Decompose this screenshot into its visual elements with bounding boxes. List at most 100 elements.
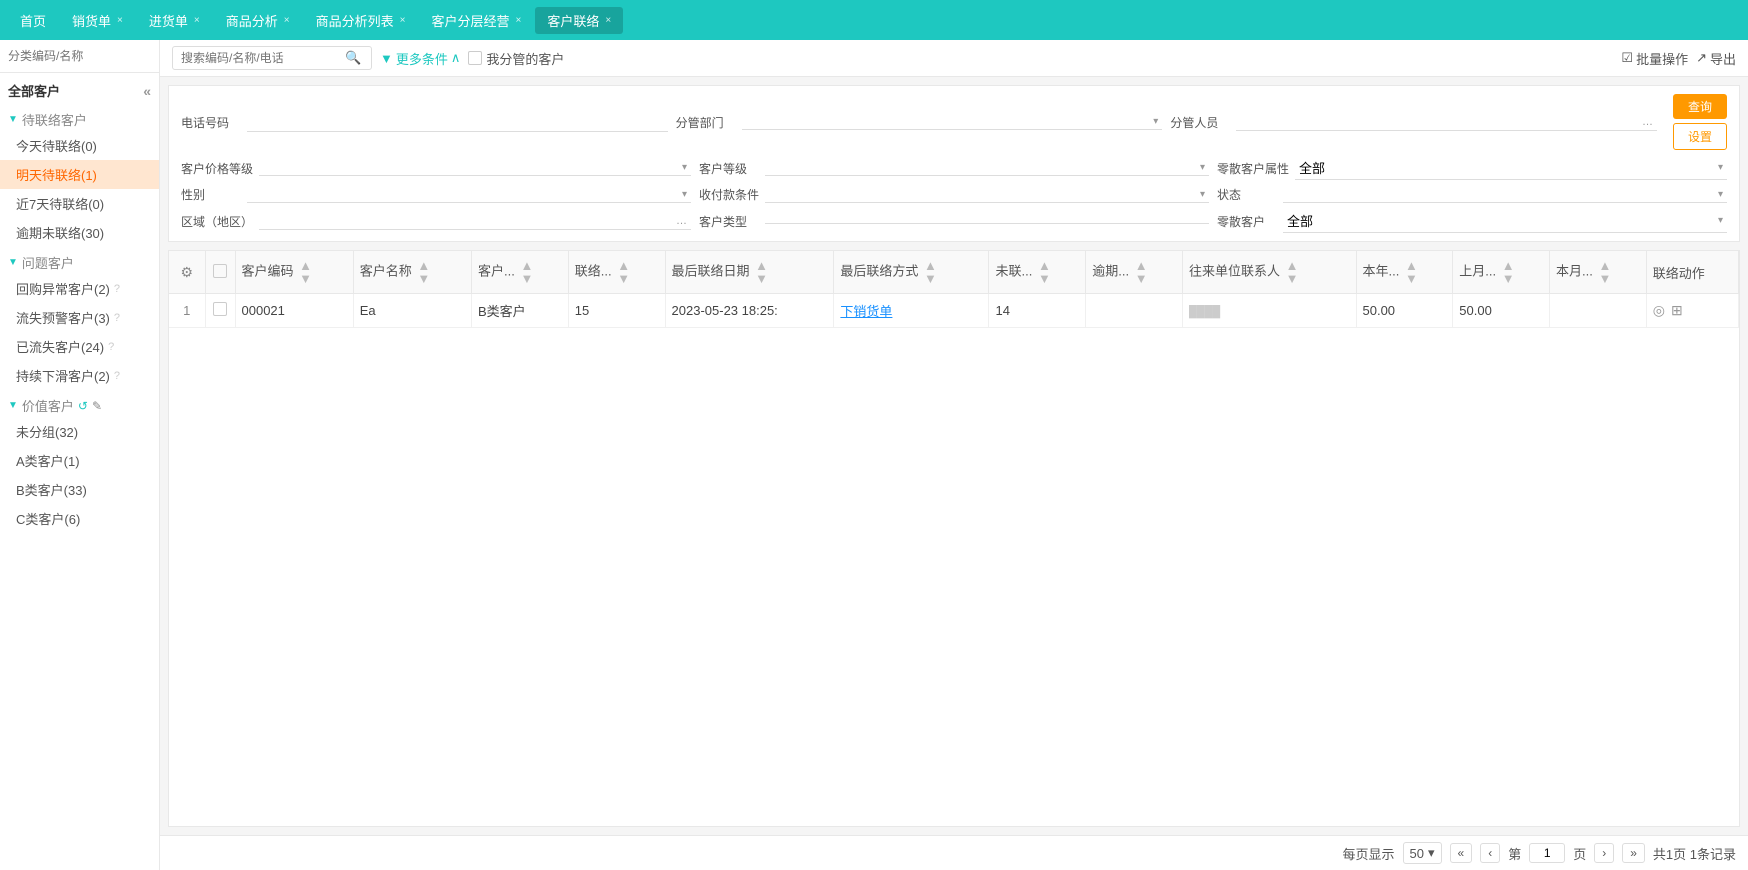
col-uncontacted[interactable]: 未联... ▲▼ bbox=[989, 251, 1086, 294]
sort-icon[interactable]: ▲▼ bbox=[1502, 259, 1515, 285]
close-icon[interactable]: × bbox=[400, 15, 406, 26]
retail-customer-select[interactable]: 全部 ▾ bbox=[1283, 209, 1727, 233]
row-unit-contact: ████ bbox=[1183, 294, 1356, 328]
dept-select[interactable]: ▾ bbox=[742, 114, 1163, 130]
col-contact-count[interactable]: 联络... ▲▼ bbox=[568, 251, 665, 294]
sort-icon[interactable]: ▲▼ bbox=[417, 259, 430, 285]
sidebar-item-overdue[interactable]: 逾期未联络(30) bbox=[0, 218, 159, 247]
page-input[interactable] bbox=[1529, 843, 1565, 863]
sidebar-item-repurchase-anomaly[interactable]: 回购异常客户(2) ? bbox=[0, 274, 159, 303]
close-icon[interactable]: × bbox=[194, 15, 200, 26]
refresh-icon[interactable]: ↺ bbox=[78, 399, 88, 413]
more-conditions-btn[interactable]: ▼ 更多条件 ∧ bbox=[380, 49, 460, 68]
edit-icon[interactable]: ✎ bbox=[92, 399, 102, 413]
sort-icon[interactable]: ▲▼ bbox=[299, 259, 312, 285]
sort-icon[interactable]: ▲▼ bbox=[924, 259, 937, 285]
close-icon[interactable]: × bbox=[284, 15, 290, 26]
help-icon[interactable]: ? bbox=[114, 312, 120, 324]
customer-level-select[interactable]: ▾ bbox=[765, 160, 1209, 176]
sidebar-item-today[interactable]: 今天待联络(0) bbox=[0, 131, 159, 160]
nav-purchase-order[interactable]: 进货单 × bbox=[137, 7, 212, 34]
row-checkbox[interactable] bbox=[205, 294, 235, 328]
qr-icon[interactable]: ⊞ bbox=[1671, 302, 1683, 319]
sidebar-item-7days[interactable]: 近7天待联络(0) bbox=[0, 189, 159, 218]
region-select[interactable]: … bbox=[259, 213, 691, 230]
sidebar-item-class-c[interactable]: C类客户(6) bbox=[0, 504, 159, 533]
col-last-contact-date[interactable]: 最后联络日期 ▲▼ bbox=[665, 251, 834, 294]
sort-icon[interactable]: ▲▼ bbox=[1286, 259, 1299, 285]
sort-icon[interactable]: ▲▼ bbox=[1038, 259, 1051, 285]
sidebar-item-class-b[interactable]: B类客户(33) bbox=[0, 475, 159, 504]
gear-icon[interactable]: ⚙ bbox=[180, 264, 193, 280]
col-settings[interactable]: ⚙ bbox=[169, 251, 205, 294]
person-select[interactable]: … bbox=[1236, 114, 1657, 131]
status-select[interactable]: ▾ bbox=[1283, 187, 1727, 203]
close-icon[interactable]: × bbox=[117, 15, 123, 26]
checkbox-icon[interactable] bbox=[468, 51, 482, 65]
nav-home[interactable]: 首页 bbox=[8, 7, 58, 34]
col-overdue[interactable]: 逾期... ▲▼ bbox=[1086, 251, 1183, 294]
prev-page-btn[interactable]: ‹ bbox=[1480, 843, 1500, 863]
sidebar-search-input[interactable] bbox=[8, 49, 160, 63]
nav-product-analysis[interactable]: 商品分析 × bbox=[214, 7, 302, 34]
filter-cell-dept: 分管部门 ▾ bbox=[676, 114, 1163, 131]
page-size-select[interactable]: 50 ▾ bbox=[1403, 842, 1442, 864]
customer-value-select[interactable]: ▾ bbox=[259, 160, 691, 176]
checkbox-icon[interactable] bbox=[213, 302, 227, 316]
col-type[interactable]: 客户... ▲▼ bbox=[472, 251, 569, 294]
row-last-contact-method[interactable]: 下销货单 bbox=[834, 294, 989, 328]
sort-icon[interactable]: ▲▼ bbox=[520, 259, 533, 285]
col-unit-contact[interactable]: 往来单位联系人 ▲▼ bbox=[1183, 251, 1356, 294]
col-this-month[interactable]: 本月... ▲▼ bbox=[1550, 251, 1647, 294]
help-icon[interactable]: ? bbox=[114, 283, 120, 295]
nav-customer-layered[interactable]: 客户分层经营 × bbox=[419, 7, 533, 34]
col-code[interactable]: 客户编码 ▲▼ bbox=[235, 251, 353, 294]
help-icon[interactable]: ? bbox=[114, 370, 120, 382]
gender-select[interactable]: ▾ bbox=[247, 187, 691, 203]
col-last-month[interactable]: 上月... ▲▼ bbox=[1453, 251, 1550, 294]
nav-product-analysis-list[interactable]: 商品分析列表 × bbox=[304, 7, 418, 34]
sidebar-item-churned[interactable]: 已流失客户(24) ? bbox=[0, 332, 159, 361]
sort-icon[interactable]: ▲▼ bbox=[617, 259, 630, 285]
sidebar-item-churn-warning[interactable]: 流失预警客户(3) ? bbox=[0, 303, 159, 332]
nav-customer-contact[interactable]: 客户联络 × bbox=[535, 7, 623, 34]
search-icon[interactable]: 🔍 bbox=[345, 50, 361, 66]
col-checkbox[interactable] bbox=[205, 251, 235, 294]
export-btn[interactable]: ↗ 导出 bbox=[1696, 49, 1736, 68]
close-icon[interactable]: × bbox=[605, 15, 611, 26]
sort-icon[interactable]: ▲▼ bbox=[1135, 259, 1148, 285]
contact-icon[interactable]: ◎ bbox=[1653, 302, 1665, 319]
checkbox-all-icon[interactable] bbox=[213, 264, 227, 278]
col-last-contact-method[interactable]: 最后联络方式 ▲▼ bbox=[834, 251, 989, 294]
sort-icon[interactable]: ▲▼ bbox=[1405, 259, 1418, 285]
nav-sales-order[interactable]: 销货单 × bbox=[60, 7, 135, 34]
search-input[interactable] bbox=[181, 51, 341, 65]
retail-attr-select[interactable]: 全部 ▾ bbox=[1295, 156, 1727, 180]
help-icon[interactable]: ? bbox=[108, 341, 114, 353]
customer-type-select[interactable] bbox=[765, 219, 1209, 224]
sort-icon[interactable]: ▲▼ bbox=[1599, 259, 1612, 285]
more-icon[interactable]: … bbox=[1642, 116, 1653, 128]
first-page-btn[interactable]: « bbox=[1450, 843, 1473, 863]
sort-icon[interactable]: ▲▼ bbox=[755, 259, 768, 285]
filter-row-4: 区域（地区） … 客户类型 零散客户 全部 ▾ bbox=[181, 209, 1727, 233]
phone-input[interactable] bbox=[247, 113, 668, 132]
last-page-btn[interactable]: » bbox=[1622, 843, 1645, 863]
sidebar-item-tomorrow[interactable]: 明天待联络(1) bbox=[0, 160, 159, 189]
close-icon[interactable]: × bbox=[515, 15, 521, 26]
col-name[interactable]: 客户名称 ▲▼ bbox=[353, 251, 471, 294]
collapse-icon[interactable]: « bbox=[143, 83, 151, 99]
col-this-year[interactable]: 本年... ▲▼ bbox=[1356, 251, 1453, 294]
batch-op-btn[interactable]: ☑ 批量操作 bbox=[1621, 49, 1688, 68]
sidebar-item-declining[interactable]: 持续下滑客户(2) ? bbox=[0, 361, 159, 390]
setting-button[interactable]: 设置 bbox=[1673, 123, 1727, 150]
my-customers-checkbox[interactable]: 我分管的客户 bbox=[468, 49, 564, 68]
row-this-month bbox=[1550, 294, 1647, 328]
query-button[interactable]: 查询 bbox=[1673, 94, 1727, 119]
next-page-btn[interactable]: › bbox=[1594, 843, 1614, 863]
more-icon[interactable]: … bbox=[676, 215, 687, 227]
sidebar-item-class-a[interactable]: A类客户(1) bbox=[0, 446, 159, 475]
sidebar-item-ungrouped[interactable]: 未分组(32) bbox=[0, 417, 159, 446]
payment-select[interactable]: ▾ bbox=[765, 187, 1209, 203]
filter-row-2: 客户价格等级 ▾ 客户等级 ▾ 零散客户属性 全部 bbox=[181, 156, 1727, 180]
